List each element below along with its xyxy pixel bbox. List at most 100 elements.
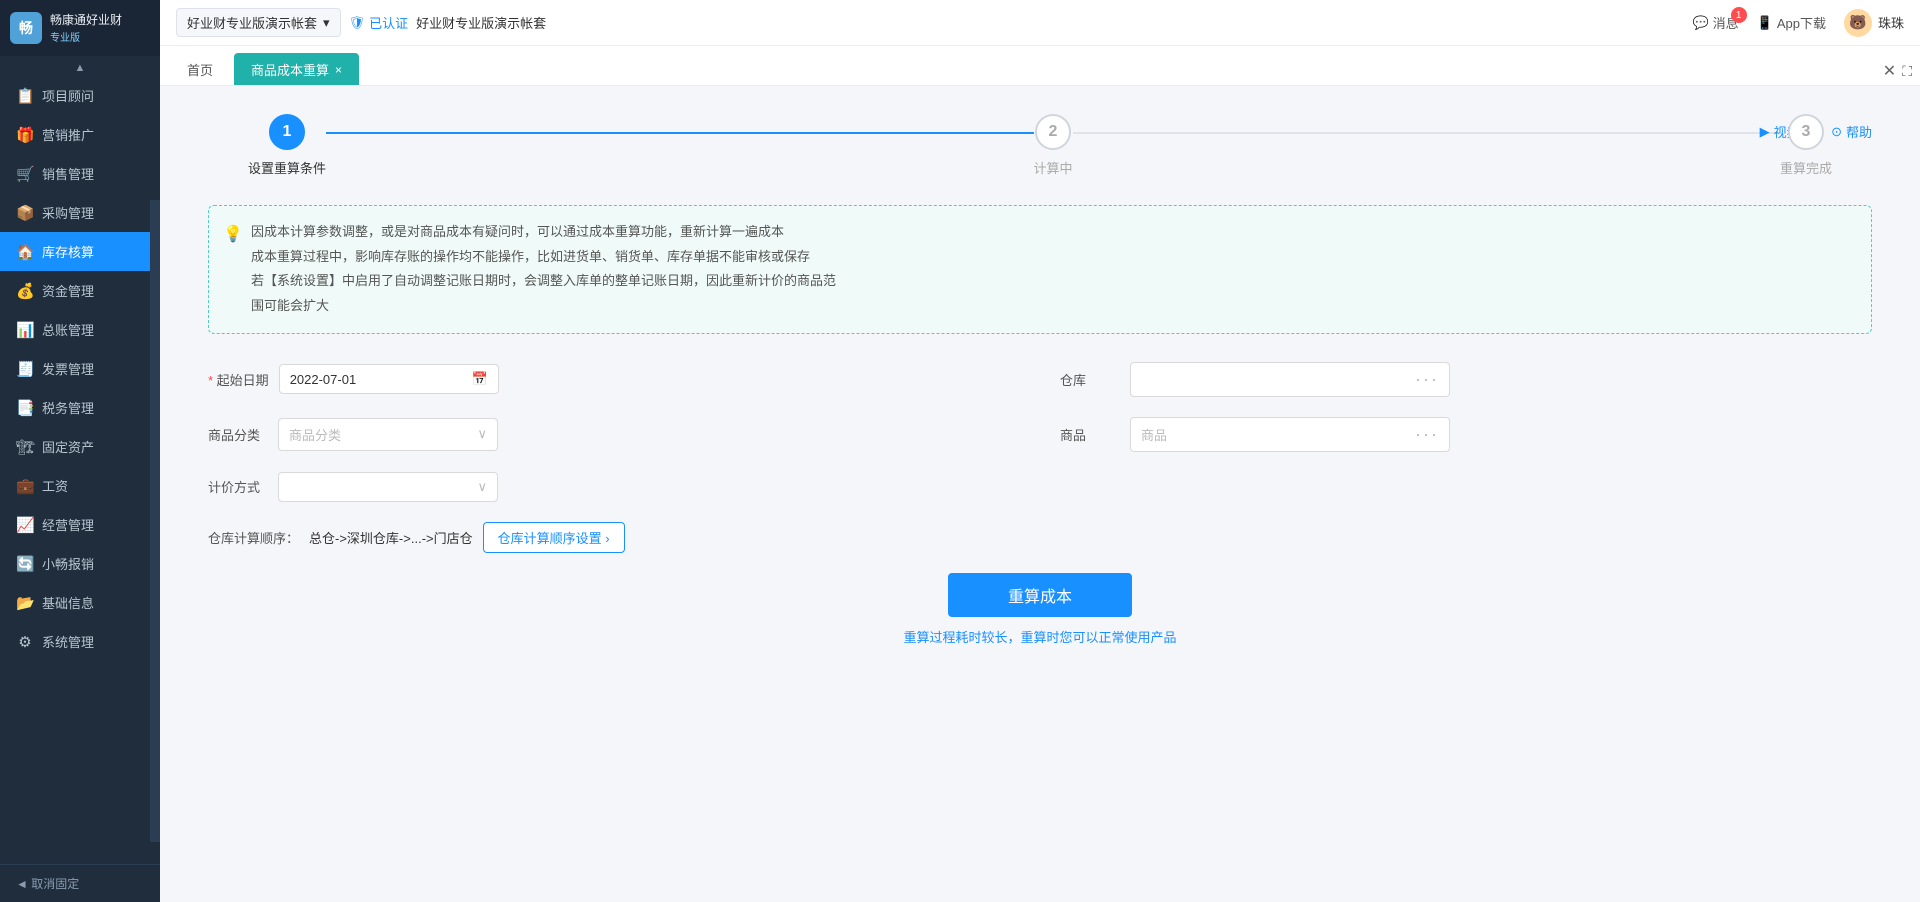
- sidebar-item-system[interactable]: ⚙ 系统管理: [0, 622, 160, 661]
- price-method-label: 计价方式: [208, 477, 268, 496]
- sidebar-item-purchase[interactable]: 📦 采购管理: [0, 193, 160, 232]
- purchase-icon: 📦: [16, 204, 34, 222]
- step-3-circle: 3: [1788, 114, 1824, 150]
- help-link[interactable]: ⊙ 帮助: [1831, 122, 1872, 141]
- step-line-1: [326, 132, 1033, 134]
- topbar-left: 好业财专业版演示帐套 ▾ 🛡 已认证 好业财专业版演示帐套: [176, 8, 546, 37]
- start-date-input[interactable]: 2022-07-01 📅: [279, 364, 499, 394]
- sidebar-item-label: 工资: [42, 476, 68, 495]
- verified-badge: 🛡 已认证: [349, 13, 409, 32]
- sidebar-item-label: 销售管理: [42, 164, 94, 183]
- username-label: 珠珠: [1878, 13, 1904, 32]
- step-2: 2 计算中: [1034, 114, 1073, 177]
- project-icon: 📋: [16, 87, 34, 105]
- step-2-label: 计算中: [1034, 158, 1073, 177]
- account-select[interactable]: 好业财专业版演示帐套 ▾: [176, 8, 341, 37]
- sidebar-pin-toggle[interactable]: ◄ 取消固定: [0, 864, 160, 902]
- form-row-2: 商品分类 商品分类 ∨ 商品 商品 ···: [208, 417, 1872, 452]
- message-icon: 💬: [1692, 15, 1708, 31]
- sidebar-item-ledger[interactable]: 📊 总账管理: [0, 310, 160, 349]
- message-badge: 1: [1731, 7, 1747, 23]
- step-1-num: 1: [283, 123, 292, 141]
- price-method-select[interactable]: ∨: [278, 472, 498, 502]
- sidebar-item-label: 项目顾问: [42, 86, 94, 105]
- sidebar-item-payroll[interactable]: 💼 工资: [0, 466, 160, 505]
- step-1-circle: 1: [269, 114, 305, 150]
- sidebar-item-expense[interactable]: 🔄 小畅报销: [0, 544, 160, 583]
- sidebar-item-operation[interactable]: 📈 经营管理: [0, 505, 160, 544]
- calc-order-label: 仓库计算顺序：: [208, 528, 299, 547]
- main-wrapper: 好业财专业版演示帐套 ▾ 🛡 已认证 好业财专业版演示帐套 💬 消息 1 📱 A…: [160, 0, 1920, 902]
- recalculate-label: 重算成本: [1008, 589, 1072, 606]
- sidebar: 畅 畅康通好业财 专业版 ▲ 📋 项目顾问 🎁 营销推广 🛒 销售管理 📦 采购…: [0, 0, 160, 902]
- product-dots[interactable]: ···: [1415, 424, 1439, 445]
- price-method-arrow-icon: ∨: [477, 479, 487, 495]
- sidebar-item-finance[interactable]: 💰 资金管理: [0, 271, 160, 310]
- sidebar-logo-badge: 专业版: [50, 29, 122, 44]
- sidebar-item-marketing[interactable]: 🎁 营销推广: [0, 115, 160, 154]
- form-row-1: 起始日期 2022-07-01 📅 仓库 ···: [208, 362, 1872, 397]
- sidebar-item-assets[interactable]: 🏗 固定资产: [0, 427, 160, 466]
- tab-recalc-label: 商品成本重算: [251, 60, 329, 79]
- product-field: 商品 商品 ···: [1060, 417, 1872, 452]
- recalculate-button[interactable]: 重算成本: [948, 573, 1132, 617]
- sidebar-item-basic[interactable]: 📂 基础信息: [0, 583, 160, 622]
- step-1: 1 设置重算条件: [248, 114, 326, 177]
- pin-label: ◄ 取消固定: [16, 875, 79, 892]
- message-button[interactable]: 💬 消息 1: [1692, 13, 1738, 32]
- content-area: 1 设置重算条件 2 计算中: [160, 86, 1920, 902]
- notice-box: 💡 因成本计算参数调整，或是对商品成本有疑问时，可以通过成本重算功能，重新计算一…: [208, 205, 1872, 334]
- assets-icon: 🏗: [16, 438, 34, 456]
- sidebar-logo-icon: 畅: [10, 12, 42, 44]
- account-name: 好业财专业版演示帐套: [416, 13, 546, 32]
- expand-icon[interactable]: ⛶: [1902, 63, 1912, 80]
- topbar: 好业财专业版演示帐套 ▾ 🛡 已认证 好业财专业版演示帐套 💬 消息 1 📱 A…: [160, 0, 1920, 46]
- avatar: 🐻: [1844, 9, 1872, 37]
- sidebar-logo-name: 畅康通好业财: [50, 12, 122, 29]
- notice-line-2: 成本重算过程中，影响库存账的操作均不能操作，比如进货单、销货单、库存单据不能审核…: [251, 245, 1853, 270]
- sidebar-item-tax[interactable]: 📑 税务管理: [0, 388, 160, 427]
- category-placeholder: 商品分类: [289, 425, 341, 444]
- sidebar-item-project[interactable]: 📋 项目顾问: [0, 76, 160, 115]
- question-icon: ⊙: [1831, 124, 1842, 140]
- operation-icon: 📈: [16, 516, 34, 534]
- tab-recalc[interactable]: 商品成本重算 ×: [234, 53, 359, 85]
- ledger-icon: 📊: [16, 321, 34, 339]
- window-controls: ✕ ⛶: [1883, 61, 1920, 85]
- price-method-field: 计价方式 ∨: [208, 472, 1020, 502]
- tab-close-icon[interactable]: ×: [335, 63, 342, 77]
- tabs-bar: 首页 商品成本重算 × ✕ ⛶: [160, 46, 1920, 86]
- sidebar-scroll[interactable]: [150, 200, 160, 842]
- chevron-down-icon: ▾: [323, 15, 330, 31]
- product-input[interactable]: 商品 ···: [1130, 417, 1450, 452]
- step-3-num: 3: [1802, 123, 1811, 141]
- warehouse-dots[interactable]: ···: [1415, 369, 1439, 390]
- user-menu[interactable]: 🐻 珠珠: [1844, 9, 1904, 37]
- sidebar-scroll-up[interactable]: ▲: [0, 60, 160, 76]
- category-arrow-icon: ∨: [477, 426, 487, 442]
- form-section: 起始日期 2022-07-01 📅 仓库 ···: [208, 362, 1872, 646]
- warehouse-field: 仓库 ···: [1060, 362, 1872, 397]
- calc-order-setting-button[interactable]: 仓库计算顺序设置 ›: [483, 522, 625, 553]
- calc-order-btn-label: 仓库计算顺序设置 ›: [498, 528, 610, 547]
- sidebar-item-inventory[interactable]: 🏠 库存核算: [0, 232, 160, 271]
- category-select[interactable]: 商品分类 ∨: [278, 418, 498, 451]
- app-download-button[interactable]: 📱 App下载: [1757, 13, 1826, 32]
- tab-home-label: 首页: [187, 60, 213, 79]
- help-label: 帮助: [1846, 122, 1872, 141]
- basic-icon: 📂: [16, 594, 34, 612]
- sidebar-logo: 畅 畅康通好业财 专业版: [0, 0, 160, 56]
- close-icon[interactable]: ✕: [1883, 61, 1896, 81]
- form-row-3: 计价方式 ∨: [208, 472, 1872, 502]
- notice-line-4: 围可能会扩大: [251, 294, 1853, 319]
- start-date-label: 起始日期: [208, 370, 269, 389]
- notice-text: 因成本计算参数调整，或是对商品成本有疑问时，可以通过成本重算功能，重新计算一遍成…: [227, 220, 1853, 319]
- warehouse-input[interactable]: ···: [1130, 362, 1450, 397]
- tab-home[interactable]: 首页: [170, 53, 230, 85]
- start-date-field: 起始日期 2022-07-01 📅: [208, 364, 1020, 394]
- sidebar-item-sales[interactable]: 🛒 销售管理: [0, 154, 160, 193]
- sidebar-item-invoice[interactable]: 🧾 发票管理: [0, 349, 160, 388]
- calendar-icon[interactable]: 📅: [472, 371, 488, 387]
- sidebar-item-label: 税务管理: [42, 398, 94, 417]
- invoice-icon: 🧾: [16, 360, 34, 378]
